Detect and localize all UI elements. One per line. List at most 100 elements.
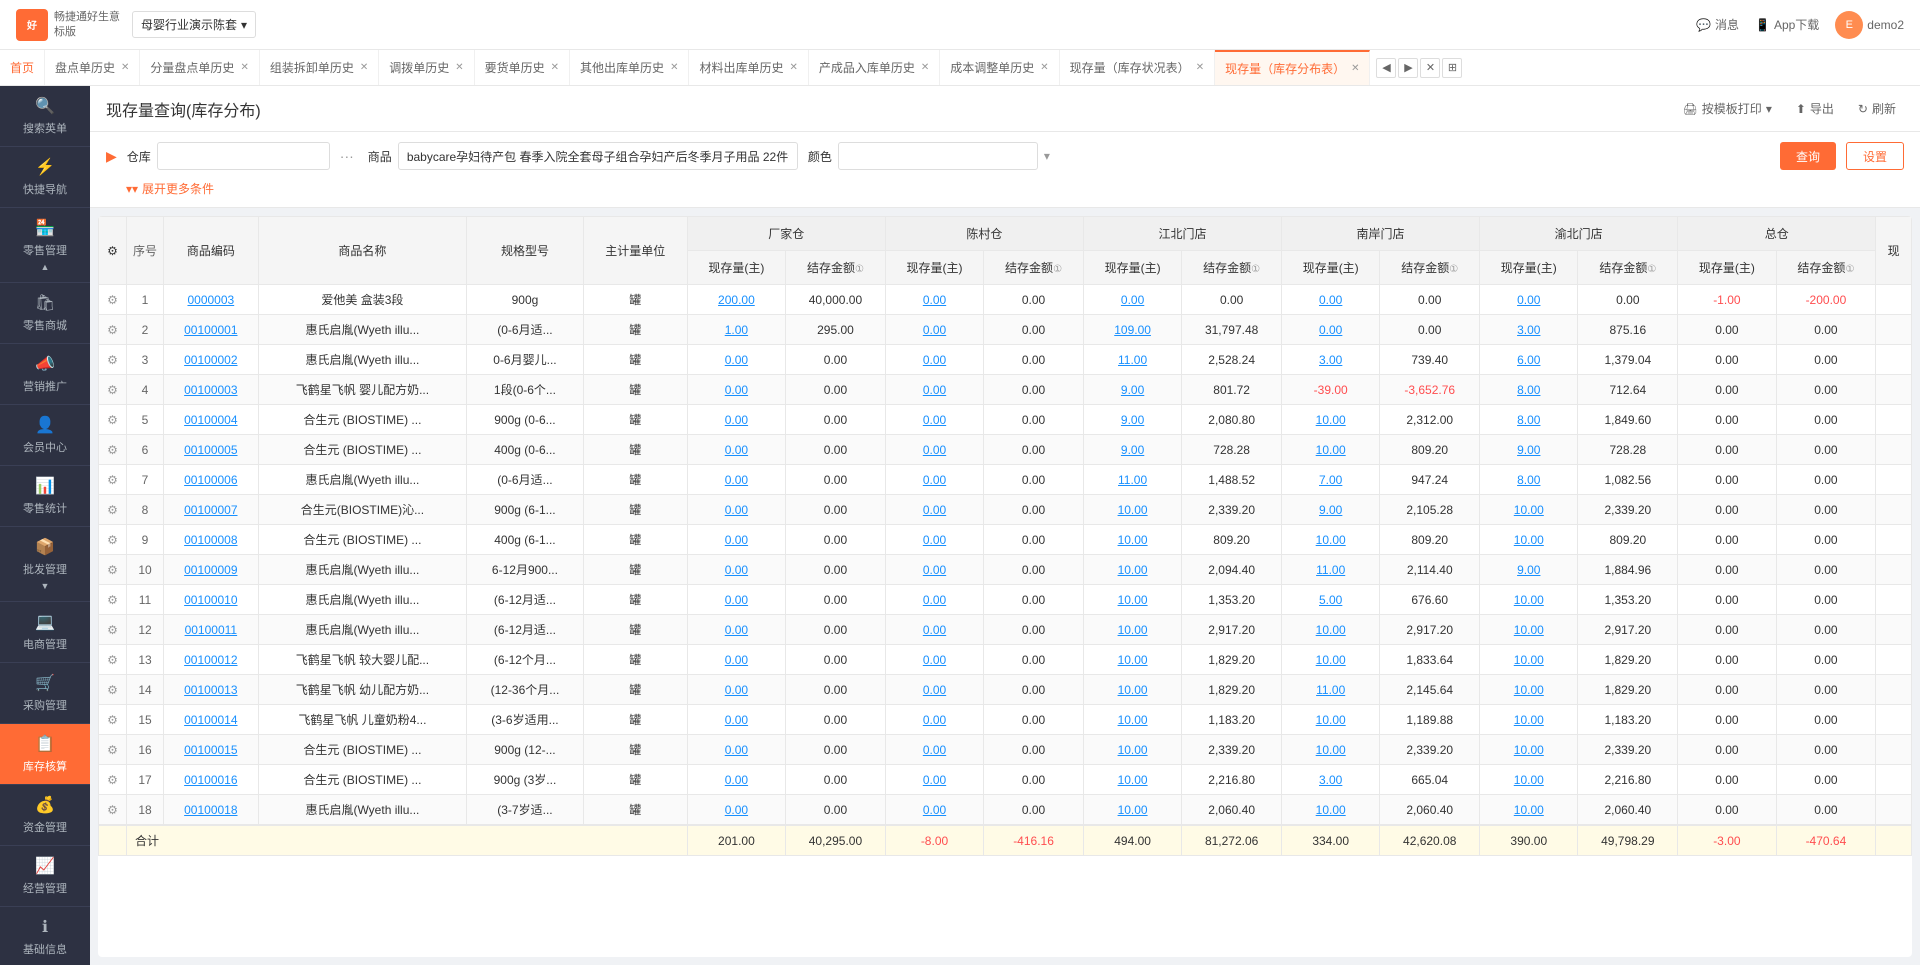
close-icon[interactable]: ✕ (1351, 63, 1359, 74)
sidebar-item-retail-stats[interactable]: 📊 零售统计 (0, 466, 90, 527)
row-fj-amt: 0.00 (786, 375, 886, 405)
row-jb-amt: 2,080.80 (1182, 405, 1282, 435)
nav-menu-btn[interactable]: ⊞ (1442, 58, 1462, 78)
nav-tab-1[interactable]: 分量盘点单历史 ✕ (140, 50, 259, 86)
row-settings[interactable]: ⚙ (99, 765, 127, 795)
nav-home[interactable]: 首页 (0, 50, 45, 86)
col-group-total: 总仓 (1678, 217, 1876, 251)
close-icon[interactable]: ✕ (360, 62, 368, 73)
nav-tab-5[interactable]: 其他出库单历史 ✕ (570, 50, 689, 86)
search-btn[interactable]: 查询 (1780, 142, 1836, 170)
row-settings[interactable]: ⚙ (99, 405, 127, 435)
row-yb-amt: 2,060.40 (1578, 795, 1678, 826)
row-jb-amt: 2,060.40 (1182, 795, 1282, 826)
sidebar-item-purchase[interactable]: 🛒 采购管理 (0, 663, 90, 724)
nav-tab-4[interactable]: 要货单历史 ✕ (475, 50, 570, 86)
nav-tab-2[interactable]: 组装拆卸单历史 ✕ (260, 50, 379, 86)
row-settings[interactable]: ⚙ (99, 435, 127, 465)
row-code: 00100011 (164, 615, 259, 645)
row-cc-qty: 0.00 (885, 285, 983, 315)
sidebar-item-ops[interactable]: 📈 经营管理 (0, 846, 90, 907)
user-area[interactable]: E demo2 (1835, 11, 1904, 39)
row-settings[interactable]: ⚙ (99, 555, 127, 585)
sidebar-item-retail-mall[interactable]: 🛍 零售商城 (0, 283, 90, 344)
row-settings[interactable]: ⚙ (99, 465, 127, 495)
row-code: 00100002 (164, 345, 259, 375)
color-input[interactable] (838, 142, 1038, 170)
row-total-amt: 0.00 (1776, 495, 1876, 525)
nav-close-btn[interactable]: ✕ (1420, 58, 1440, 78)
row-settings[interactable]: ⚙ (99, 375, 127, 405)
collapse-arrow[interactable]: ▶ (106, 148, 117, 165)
row-settings[interactable]: ⚙ (99, 705, 127, 735)
row-settings[interactable]: ⚙ (99, 645, 127, 675)
topbar-right: 💬 消息 📱 App下载 E demo2 (1696, 11, 1904, 39)
settings-btn[interactable]: 设置 (1846, 142, 1904, 170)
row-name: 合生元 (BIOSTIME) ... (258, 765, 467, 795)
close-icon[interactable]: ✕ (1040, 62, 1048, 73)
nav-tab-9[interactable]: 现存量（库存状况表） ✕ (1060, 50, 1215, 86)
color-dropdown-icon[interactable]: ▾ (1044, 149, 1050, 163)
row-yb-qty: 10.00 (1480, 675, 1578, 705)
row-settings[interactable]: ⚙ (99, 285, 127, 315)
row-fj-qty: 0.00 (687, 615, 785, 645)
message-btn[interactable]: 💬 消息 (1696, 16, 1739, 33)
row-total-amt: 0.00 (1776, 585, 1876, 615)
industry-dropdown[interactable]: 母婴行业演示陈套 ▾ (132, 11, 256, 38)
sidebar-item-ecommerce[interactable]: 💻 电商管理 (0, 602, 90, 663)
filter-row: ▶ 仓库 ··· 商品 颜色 ▾ 查询 设置 (106, 142, 1904, 170)
nav-tab-3[interactable]: 调拨单历史 ✕ (379, 50, 474, 86)
nav-tab-7[interactable]: 产成品入库单历史 ✕ (809, 50, 940, 86)
sidebar-item-nav[interactable]: ⚡ 快捷导航 (0, 147, 90, 208)
close-icon[interactable]: ✕ (240, 62, 248, 73)
nav-tab-active[interactable]: 现存量（库存分布表） ✕ (1215, 50, 1370, 86)
expand-conditions-btn[interactable]: ▾▾ 展开更多条件 (126, 180, 214, 197)
close-icon[interactable]: ✕ (121, 62, 129, 73)
close-icon[interactable]: ✕ (551, 62, 559, 73)
row-settings[interactable]: ⚙ (99, 735, 127, 765)
sidebar-item-retail-mgmt[interactable]: 🏪 零售管理 ▲ (0, 208, 90, 283)
row-settings[interactable]: ⚙ (99, 345, 127, 375)
nav-prev-btn[interactable]: ◀ (1376, 58, 1396, 78)
product-input[interactable] (398, 142, 798, 170)
refresh-btn[interactable]: ↻ 刷新 (1850, 96, 1904, 121)
row-settings[interactable]: ⚙ (99, 675, 127, 705)
close-icon[interactable]: ✕ (455, 62, 463, 73)
export-btn[interactable]: ⬆ 导出 (1788, 96, 1842, 121)
sidebar: 🔍 搜索英单 ⚡ 快捷导航 🏪 零售管理 ▲ 🛍 零售商城 📣 营销推广 👤 会… (0, 86, 90, 965)
sidebar-item-marketing[interactable]: 📣 营销推广 (0, 344, 90, 405)
close-icon[interactable]: ✕ (670, 62, 678, 73)
row-settings[interactable]: ⚙ (99, 495, 127, 525)
row-settings[interactable]: ⚙ (99, 585, 127, 615)
close-icon[interactable]: ✕ (1196, 62, 1204, 73)
row-spec: (0-6月适... (467, 315, 583, 345)
box-icon: 📦 (35, 537, 55, 557)
warehouse-ellipsis-btn[interactable]: ··· (336, 148, 358, 164)
row-settings[interactable]: ⚙ (99, 525, 127, 555)
app-download-btn[interactable]: 📱 App下载 (1755, 16, 1819, 33)
row-settings[interactable]: ⚙ (99, 615, 127, 645)
nav-tab-8[interactable]: 成本调整单历史 ✕ (940, 50, 1059, 86)
nav-tab-6[interactable]: 材料出库单历史 ✕ (689, 50, 808, 86)
row-settings[interactable]: ⚙ (99, 315, 127, 345)
close-icon[interactable]: ✕ (921, 62, 929, 73)
table-settings-icon[interactable]: ⚙ (107, 244, 118, 258)
row-code: 00100006 (164, 465, 259, 495)
nav-tab-0[interactable]: 盘点单历史 ✕ (45, 50, 140, 86)
shopping-icon: 🛍 (35, 293, 55, 313)
footer-total-qty: -3.00 (1678, 825, 1776, 856)
sidebar-item-base-info[interactable]: ℹ 基础信息 (0, 907, 90, 965)
sidebar-item-wholesale[interactable]: 📦 批发管理 ▼ (0, 527, 90, 602)
sidebar-item-finance[interactable]: 💰 资金管理 (0, 785, 90, 846)
warehouse-input[interactable] (157, 142, 330, 170)
sidebar-item-inventory[interactable]: 📋 库存核算 (0, 724, 90, 785)
row-cc-qty: 0.00 (885, 765, 983, 795)
row-settings[interactable]: ⚙ (99, 795, 127, 826)
print-btn[interactable]: 🖨 按模板打印 ▾ (1675, 96, 1780, 121)
sidebar-item-search[interactable]: 🔍 搜索英单 (0, 86, 90, 147)
sidebar-item-members[interactable]: 👤 会员中心 (0, 405, 90, 466)
nav-next-btn[interactable]: ▶ (1398, 58, 1418, 78)
row-yb-qty: 10.00 (1480, 615, 1578, 645)
close-icon[interactable]: ✕ (789, 62, 797, 73)
row-fj-amt: 0.00 (786, 345, 886, 375)
